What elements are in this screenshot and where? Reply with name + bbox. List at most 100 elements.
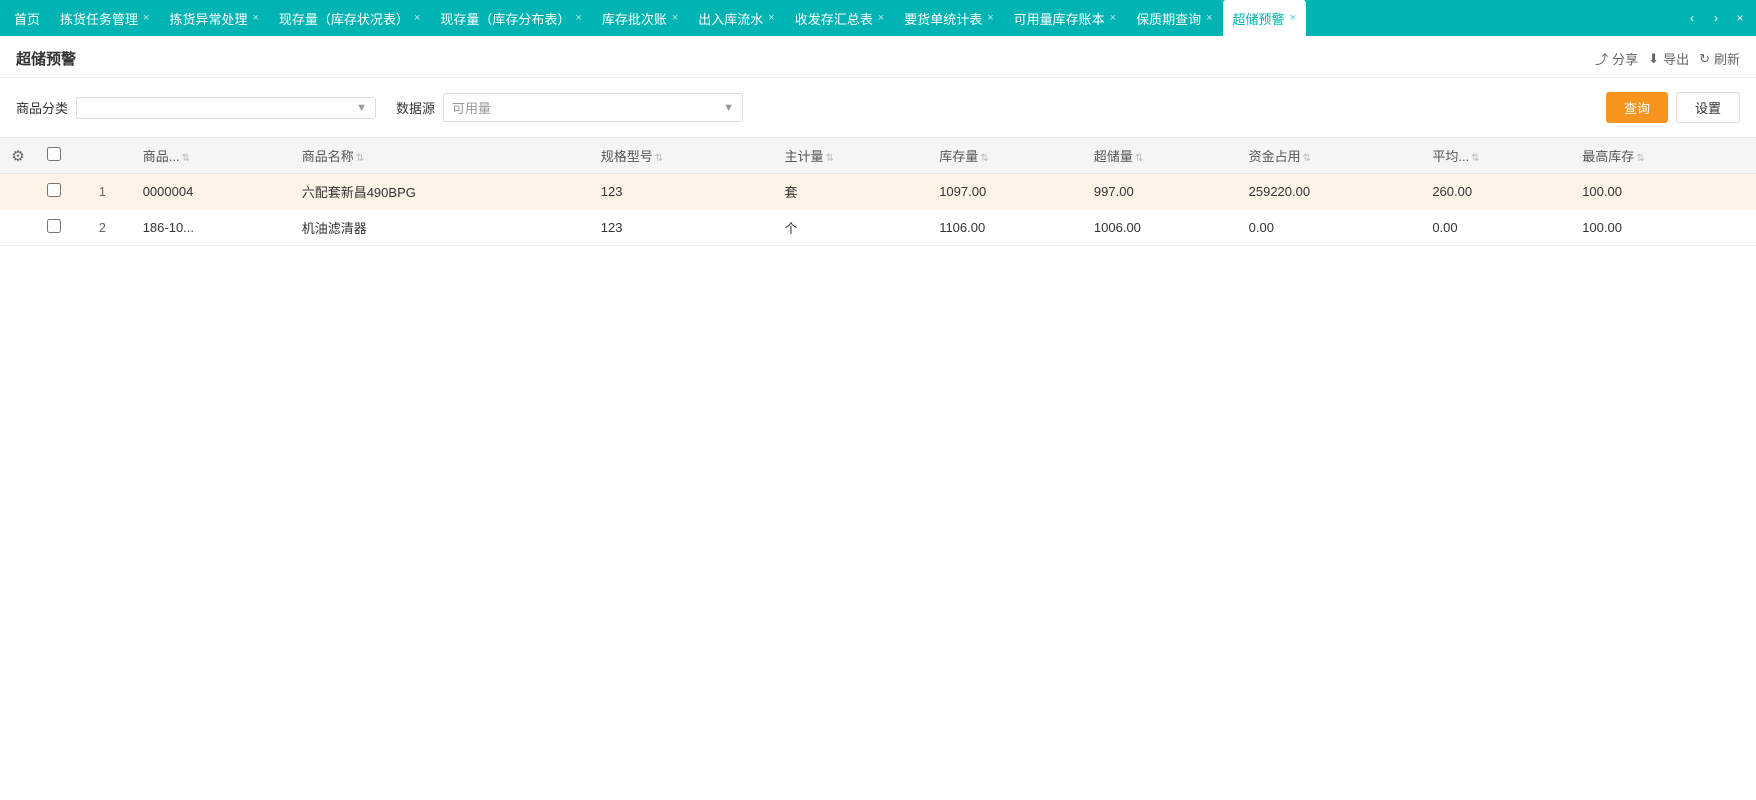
row-checkbox-cell-0[interactable]	[36, 174, 72, 210]
query-button[interactable]: 查询	[1606, 92, 1668, 123]
table-row: 2 186-10... 机油滤清器 123 个 1106.00 1006.00 …	[0, 210, 1756, 246]
data-source-value: 可用量	[452, 98, 491, 117]
table-wrapper: ⚙ 商品...⇅ 商品名称⇅ 规格型号⇅	[0, 137, 1756, 246]
row-capital-0: 259220.00	[1239, 174, 1423, 210]
nav-item-close-5[interactable]: ×	[672, 12, 678, 24]
nav-item-8[interactable]: 要货单统计表×	[894, 0, 1003, 36]
sort-icon-product-code: ⇅	[182, 153, 190, 164]
nav-item-close-8[interactable]: ×	[987, 12, 993, 24]
th-checkbox	[36, 138, 72, 174]
row-capital-1: 0.00	[1239, 210, 1423, 246]
nav-item-10[interactable]: 保质期查询×	[1126, 0, 1222, 36]
row-overstock-1: 1006.00	[1084, 210, 1239, 246]
share-button[interactable]: ⤴ 分享	[1595, 49, 1638, 68]
nav-item-1[interactable]: 拣货任务管理×	[50, 0, 159, 36]
row-gear-1	[0, 210, 36, 246]
row-num-0: 1	[72, 174, 133, 210]
nav-item-0[interactable]: 首页	[4, 0, 50, 36]
product-category-arrow: ▼	[356, 102, 367, 114]
data-source-select[interactable]: 可用量 ▼	[443, 93, 743, 122]
nav-item-close-3[interactable]: ×	[414, 12, 420, 24]
filter-buttons: 查询 设置	[1606, 92, 1740, 123]
nav-item-close-11[interactable]: ×	[1290, 12, 1296, 24]
th-product-code[interactable]: 商品...⇅	[133, 138, 292, 174]
row-checkbox-1[interactable]	[47, 219, 61, 233]
th-spec[interactable]: 规格型号⇅	[591, 138, 775, 174]
export-label: 导出	[1663, 49, 1689, 68]
select-all-checkbox[interactable]	[47, 147, 61, 161]
page-header: 超储预警 ⤴ 分享 ⬇ 导出 ↻ 刷新	[0, 36, 1756, 78]
page-title: 超储预警	[16, 48, 76, 69]
filter-area: 商品分类 ▼ 数据源 可用量 ▼ 查询 设置	[0, 78, 1756, 137]
th-num	[72, 138, 133, 174]
th-stock[interactable]: 库存量⇅	[929, 138, 1084, 174]
sort-icon-avg: ⇅	[1471, 153, 1479, 164]
page-content: 超储预警 ⤴ 分享 ⬇ 导出 ↻ 刷新 商品分类 ▼ 数据源	[0, 36, 1756, 800]
top-nav: 首页拣货任务管理×拣货异常处理×现存量（库存状况表）×现存量（库存分布表）×库存…	[0, 0, 1756, 36]
th-avg[interactable]: 平均...⇅	[1422, 138, 1572, 174]
row-product-name-1: 机油滤清器	[292, 210, 591, 246]
row-checkbox-cell-1[interactable]	[36, 210, 72, 246]
nav-close-arrow[interactable]: ×	[1728, 0, 1752, 36]
nav-item-close-7[interactable]: ×	[878, 12, 884, 24]
row-checkbox-0[interactable]	[47, 183, 61, 197]
data-source-arrow: ▼	[723, 102, 734, 114]
table-row: 1 0000004 六配套新昌490BPG 123 套 1097.00 997.…	[0, 174, 1756, 210]
row-avg-1: 0.00	[1422, 210, 1572, 246]
table-header-row: ⚙ 商品...⇅ 商品名称⇅ 规格型号⇅	[0, 138, 1756, 174]
nav-item-3[interactable]: 现存量（库存状况表）×	[269, 0, 430, 36]
gear-icon[interactable]: ⚙	[11, 148, 24, 165]
sort-icon-unit: ⇅	[825, 153, 833, 164]
refresh-icon: ↻	[1699, 51, 1710, 67]
nav-item-close-2[interactable]: ×	[252, 12, 258, 24]
refresh-label: 刷新	[1714, 49, 1740, 68]
row-product-code-0: 0000004	[133, 174, 292, 210]
product-category-select[interactable]: ▼	[76, 97, 376, 119]
nav-prev-arrow[interactable]: ‹	[1680, 0, 1704, 36]
row-overstock-0: 997.00	[1084, 174, 1239, 210]
nav-item-7[interactable]: 收发存汇总表×	[785, 0, 894, 36]
nav-item-2[interactable]: 拣货异常处理×	[159, 0, 268, 36]
th-product-name[interactable]: 商品名称⇅	[292, 138, 591, 174]
row-stock-1: 1106.00	[929, 210, 1084, 246]
row-gear-0	[0, 174, 36, 210]
header-actions: ⤴ 分享 ⬇ 导出 ↻ 刷新	[1595, 49, 1740, 68]
th-capital[interactable]: 资金占用⇅	[1239, 138, 1423, 174]
sort-icon-max-stock: ⇅	[1636, 153, 1644, 164]
row-spec-0: 123	[591, 174, 775, 210]
data-source-filter: 数据源 可用量 ▼	[396, 93, 743, 122]
row-unit-1: 个	[774, 210, 929, 246]
row-spec-1: 123	[591, 210, 775, 246]
product-category-filter: 商品分类 ▼	[16, 97, 376, 119]
data-table: ⚙ 商品...⇅ 商品名称⇅ 规格型号⇅	[0, 137, 1756, 246]
row-avg-0: 260.00	[1422, 174, 1572, 210]
setting-button[interactable]: 设置	[1676, 92, 1740, 123]
nav-item-close-1[interactable]: ×	[143, 12, 149, 24]
sort-icon-spec: ⇅	[655, 153, 663, 164]
sort-icon-stock: ⇅	[980, 153, 988, 164]
nav-item-close-6[interactable]: ×	[768, 12, 774, 24]
nav-next-arrow[interactable]: ›	[1704, 0, 1728, 36]
row-unit-0: 套	[774, 174, 929, 210]
refresh-button[interactable]: ↻ 刷新	[1699, 49, 1740, 68]
nav-item-11[interactable]: 超储预警×	[1223, 0, 1306, 36]
sort-icon-product-name: ⇅	[356, 153, 364, 164]
sort-icon-overstock: ⇅	[1135, 153, 1143, 164]
nav-item-6[interactable]: 出入库流水×	[688, 0, 784, 36]
nav-item-4[interactable]: 现存量（库存分布表）×	[430, 0, 591, 36]
th-overstock[interactable]: 超储量⇅	[1084, 138, 1239, 174]
row-stock-0: 1097.00	[929, 174, 1084, 210]
row-max-stock-0: 100.00	[1572, 174, 1756, 210]
export-button[interactable]: ⬇ 导出	[1648, 49, 1689, 68]
th-max-stock[interactable]: 最高库存⇅	[1572, 138, 1756, 174]
row-product-code-1: 186-10...	[133, 210, 292, 246]
data-source-label: 数据源	[396, 98, 435, 117]
nav-item-close-4[interactable]: ×	[575, 12, 581, 24]
nav-item-9[interactable]: 可用量库存账本×	[1004, 0, 1126, 36]
row-max-stock-1: 100.00	[1572, 210, 1756, 246]
row-num-1: 2	[72, 210, 133, 246]
nav-item-5[interactable]: 库存批次账×	[592, 0, 688, 36]
nav-item-close-10[interactable]: ×	[1206, 12, 1212, 24]
th-unit[interactable]: 主计量⇅	[774, 138, 929, 174]
nav-item-close-9[interactable]: ×	[1110, 12, 1116, 24]
